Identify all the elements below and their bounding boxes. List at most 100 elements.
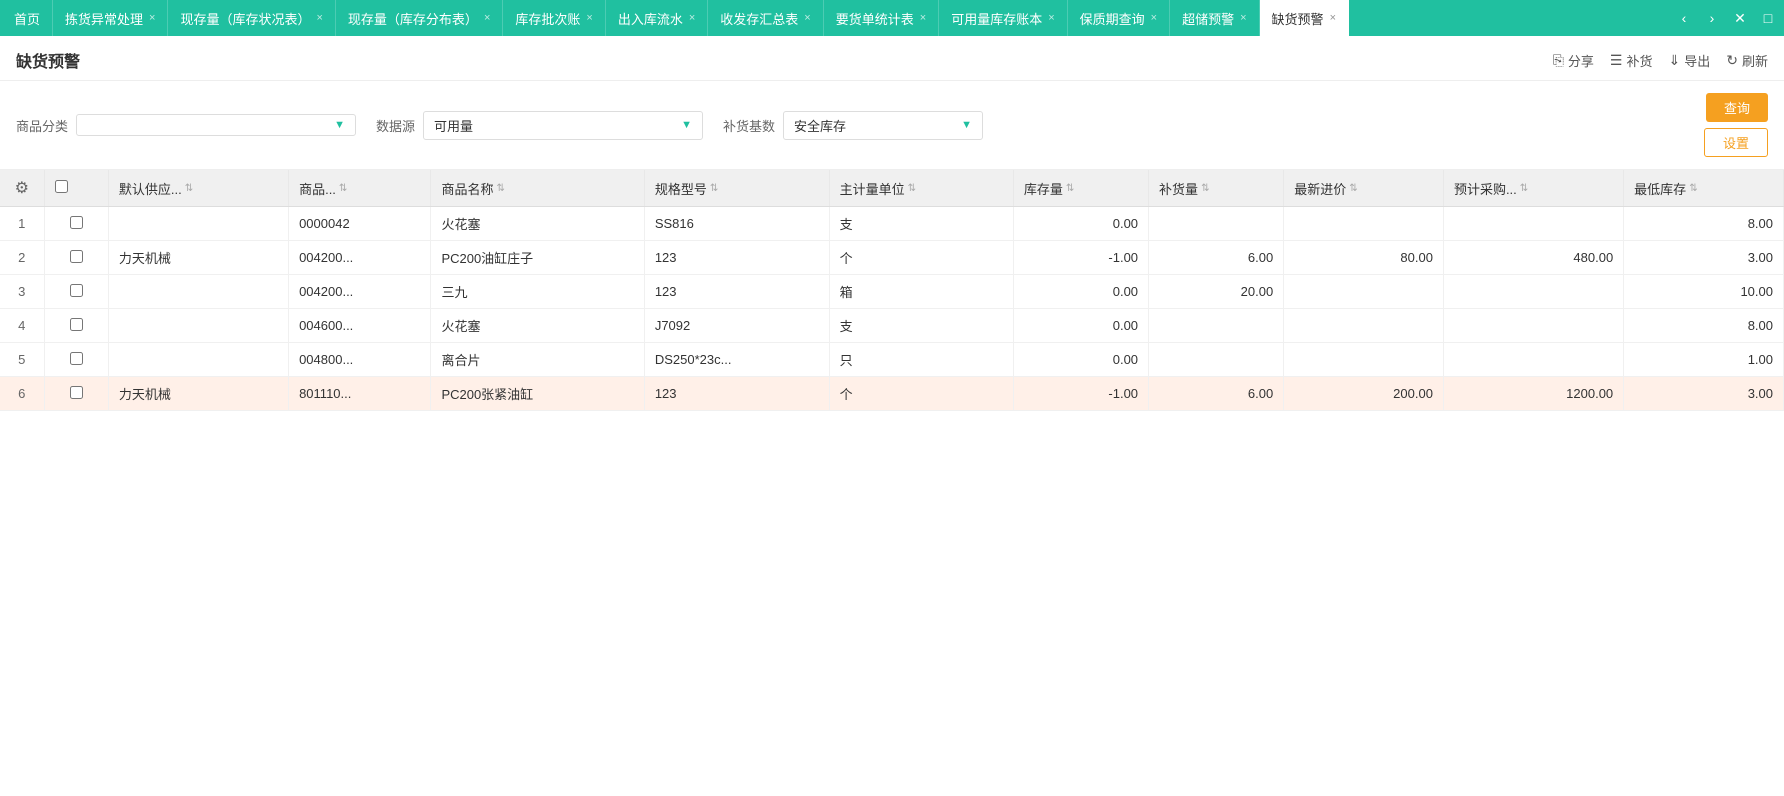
row-latest-price-3	[1284, 275, 1444, 309]
row-checkbox-cell-5[interactable]	[44, 343, 108, 377]
row-checkbox-cell-1[interactable]	[44, 207, 108, 241]
row-product-name-3: 三九	[431, 275, 644, 309]
row-checkbox-cell-4[interactable]	[44, 309, 108, 343]
tab-summary[interactable]: 收发存汇总表 ×	[708, 0, 823, 36]
tab-available-close[interactable]: ×	[1048, 12, 1054, 24]
tab-summary-close[interactable]: ×	[804, 12, 810, 24]
col-supplement[interactable]: 补货量 ⇅	[1149, 170, 1284, 207]
row-unit-1: 支	[829, 207, 1013, 241]
row-stock-2: -1.00	[1013, 241, 1148, 275]
tab-batch[interactable]: 库存批次账 ×	[503, 0, 605, 36]
tab-batch-close[interactable]: ×	[586, 12, 592, 24]
row-supplement-1	[1149, 207, 1284, 241]
col-supplier[interactable]: 默认供应... ⇅	[108, 170, 288, 207]
tab-next-button[interactable]: ›	[1698, 4, 1726, 32]
row-min-stock-1: 8.00	[1624, 207, 1784, 241]
data-table: ⚙ 默认供应... ⇅ 商品... ⇅	[0, 170, 1784, 411]
tab-stock-status-close[interactable]: ×	[316, 12, 322, 24]
datasource-chevron-icon: ▼	[681, 119, 692, 131]
settings-button[interactable]: 设置	[1704, 128, 1768, 157]
tab-home[interactable]: 首页	[2, 0, 53, 36]
tab-demand-close[interactable]: ×	[920, 12, 926, 24]
datasource-select[interactable]: 可用量 ▼	[423, 111, 703, 140]
tab-expiry-close[interactable]: ×	[1151, 12, 1157, 24]
row-product-code-3: 004200...	[289, 275, 431, 309]
row-checkbox-5[interactable]	[70, 352, 83, 365]
tab-stock-status[interactable]: 现存量（库存状况表） ×	[168, 0, 335, 36]
settings-col-header[interactable]: ⚙	[0, 170, 44, 207]
tab-picking-close[interactable]: ×	[149, 12, 155, 24]
row-estimated-3	[1443, 275, 1623, 309]
category-select[interactable]: ▼	[76, 114, 356, 136]
tab-summary-label: 收发存汇总表	[720, 9, 798, 28]
tab-demand[interactable]: 要货单统计表 ×	[824, 0, 939, 36]
col-min-stock[interactable]: 最低库存 ⇅	[1624, 170, 1784, 207]
column-settings-icon[interactable]: ⚙	[15, 180, 29, 197]
col-product-name-sort-icon: ⇅	[496, 183, 504, 194]
row-min-stock-5: 1.00	[1624, 343, 1784, 377]
row-supplier-5	[108, 343, 288, 377]
tab-inout-label: 出入库流水	[618, 9, 683, 28]
row-checkbox-6[interactable]	[70, 386, 83, 399]
col-latest-price-label: 最新进价	[1294, 179, 1346, 198]
tab-shortage-close[interactable]: ×	[1330, 12, 1336, 24]
col-stock[interactable]: 库存量 ⇅	[1013, 170, 1148, 207]
col-product-code[interactable]: 商品... ⇅	[289, 170, 431, 207]
query-button[interactable]: 查询	[1706, 93, 1768, 122]
header-actions: ⎘ 分享 ☰ 补货 ⇓ 导出 ↻ 刷新	[1553, 51, 1768, 70]
row-unit-3: 箱	[829, 275, 1013, 309]
col-spec[interactable]: 规格型号 ⇅	[644, 170, 829, 207]
row-checkbox-3[interactable]	[70, 284, 83, 297]
tab-picking[interactable]: 拣货异常处理 ×	[53, 0, 168, 36]
tab-available[interactable]: 可用量库存账本 ×	[939, 0, 1067, 36]
tab-stock-dist-close[interactable]: ×	[484, 12, 490, 24]
tab-inout-close[interactable]: ×	[689, 12, 695, 24]
export-button[interactable]: ⇓ 导出	[1669, 51, 1711, 70]
share-button[interactable]: ⎘ 分享	[1553, 51, 1594, 70]
tab-overstock-close[interactable]: ×	[1240, 12, 1246, 24]
supplement-base-label: 补货基数	[723, 116, 775, 135]
col-product-name[interactable]: 商品名称 ⇅	[431, 170, 644, 207]
row-stock-1: 0.00	[1013, 207, 1148, 241]
supplement-button[interactable]: ☰ 补货	[1610, 51, 1653, 70]
row-checkbox-4[interactable]	[70, 318, 83, 331]
tab-shortage-label: 缺货预警	[1272, 9, 1324, 28]
row-latest-price-5	[1284, 343, 1444, 377]
tab-stock-dist[interactable]: 现存量（库存分布表） ×	[336, 0, 503, 36]
refresh-icon: ↻	[1726, 52, 1738, 69]
category-filter: 商品分类 ▼	[16, 114, 356, 136]
supplement-base-select[interactable]: 安全库存 ▼	[783, 111, 983, 140]
row-product-name-1: 火花塞	[431, 207, 644, 241]
tab-maximize-button[interactable]: □	[1754, 4, 1782, 32]
row-estimated-5	[1443, 343, 1623, 377]
tab-close-button[interactable]: ✕	[1726, 4, 1754, 32]
col-latest-price[interactable]: 最新进价 ⇅	[1284, 170, 1444, 207]
row-checkbox-cell-3[interactable]	[44, 275, 108, 309]
main-content: 缺货预警 ⎘ 分享 ☰ 补货 ⇓ 导出 ↻ 刷新 商品分类	[0, 36, 1784, 796]
tab-available-label: 可用量库存账本	[951, 9, 1042, 28]
col-estimated[interactable]: 预计采购... ⇅	[1443, 170, 1623, 207]
row-checkbox-2[interactable]	[70, 250, 83, 263]
tab-inout[interactable]: 出入库流水 ×	[606, 0, 708, 36]
select-all-checkbox[interactable]	[55, 180, 68, 193]
row-checkbox-cell-2[interactable]	[44, 241, 108, 275]
tab-prev-button[interactable]: ‹	[1670, 4, 1698, 32]
row-product-code-4: 004600...	[289, 309, 431, 343]
page-header: 缺货预警 ⎘ 分享 ☰ 补货 ⇓ 导出 ↻ 刷新	[0, 36, 1784, 81]
tab-overstock[interactable]: 超储预警 ×	[1170, 0, 1259, 36]
row-product-name-5: 离合片	[431, 343, 644, 377]
refresh-button[interactable]: ↻ 刷新	[1726, 51, 1768, 70]
row-estimated-6: 1200.00	[1443, 377, 1623, 411]
tab-home-label: 首页	[14, 9, 40, 28]
datasource-filter: 数据源 可用量 ▼	[376, 111, 703, 140]
row-spec-2: 123	[644, 241, 829, 275]
row-num-2: 2	[0, 241, 44, 275]
col-estimated-sort-icon: ⇅	[1520, 183, 1528, 194]
col-unit[interactable]: 主计量单位 ⇅	[829, 170, 1013, 207]
tab-shortage[interactable]: 缺货预警 ×	[1260, 0, 1349, 36]
export-icon: ⇓	[1669, 52, 1681, 69]
row-checkbox-1[interactable]	[70, 216, 83, 229]
checkbox-col-header[interactable]	[44, 170, 108, 207]
row-checkbox-cell-6[interactable]	[44, 377, 108, 411]
tab-expiry[interactable]: 保质期查询 ×	[1068, 0, 1170, 36]
